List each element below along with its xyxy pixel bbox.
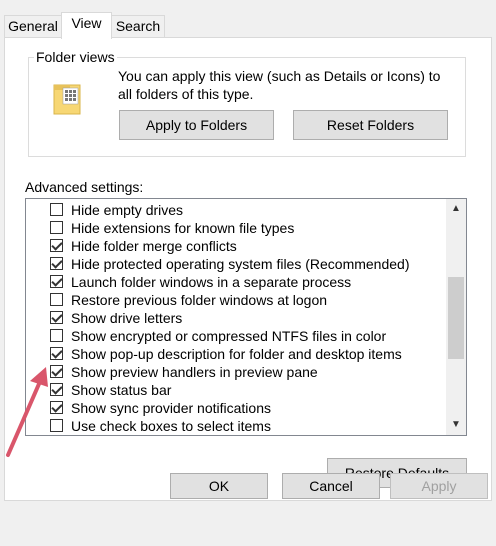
list-item[interactable]: Hide empty drives xyxy=(26,201,440,219)
list-item[interactable]: Show encrypted or compressed NTFS files … xyxy=(26,327,440,345)
checkbox-checked[interactable] xyxy=(50,257,63,270)
list-item-label: Launch folder windows in a separate proc… xyxy=(71,274,352,290)
checkbox-checked[interactable] xyxy=(50,311,63,324)
list-item[interactable]: Hide protected operating system files (R… xyxy=(26,255,440,273)
apply-to-folders-button[interactable]: Apply to Folders xyxy=(119,110,274,140)
scroll-down-icon[interactable]: ▼ xyxy=(446,416,466,434)
list-item-label: Hide folder merge conflicts xyxy=(71,238,237,254)
scroll-thumb[interactable] xyxy=(448,277,464,359)
list-item[interactable]: Show drive letters xyxy=(26,309,440,327)
checkbox-checked[interactable] xyxy=(50,239,63,252)
folder-views-group: Folder views You can apply this view (su… xyxy=(28,49,466,157)
list-item-label: Hide protected operating system files (R… xyxy=(71,256,410,272)
scroll-up-icon[interactable]: ▲ xyxy=(446,200,466,218)
list-item[interactable]: Hide extensions for known file types xyxy=(26,219,440,237)
list-item[interactable]: Show status bar xyxy=(26,381,440,399)
list-item[interactable]: Use check boxes to select items xyxy=(26,417,440,435)
checkbox-checked[interactable] xyxy=(50,275,63,288)
tab-search[interactable]: Search xyxy=(111,15,165,38)
list-item-label: Show drive letters xyxy=(71,310,183,326)
checkbox-checked[interactable] xyxy=(50,365,63,378)
list-item-label: Show status bar xyxy=(71,382,172,398)
checkbox-checked[interactable] xyxy=(50,383,63,396)
apply-button[interactable]: Apply xyxy=(390,473,488,499)
list-item[interactable]: Show preview handlers in preview pane xyxy=(26,363,440,381)
list-item-label: Show pop-up description for folder and d… xyxy=(71,346,402,362)
folder-view-icon xyxy=(53,84,81,115)
list-item-label: Show preview handlers in preview pane xyxy=(71,364,318,380)
list-item-label: Hide empty drives xyxy=(71,202,184,218)
folder-views-description: You can apply this view (such as Details… xyxy=(118,68,441,102)
list-item-label: Show encrypted or compressed NTFS files … xyxy=(71,328,387,344)
checkbox-checked[interactable] xyxy=(50,347,63,360)
checkbox-checked[interactable] xyxy=(50,401,63,414)
list-item-label: Show sync provider notifications xyxy=(71,400,271,416)
tab-general[interactable]: General xyxy=(4,15,62,38)
list-item-label: Restore previous folder windows at logon xyxy=(71,292,328,308)
list-item[interactable]: Launch folder windows in a separate proc… xyxy=(26,273,440,291)
folder-views-title: Folder views xyxy=(34,49,117,65)
list-item[interactable]: Show pop-up description for folder and d… xyxy=(26,345,440,363)
list-item[interactable]: Restore previous folder windows at logon xyxy=(26,291,440,309)
tab-view[interactable]: View xyxy=(61,12,112,39)
scrollbar[interactable]: ▲ ▼ xyxy=(446,199,466,435)
list-item-label: Hide extensions for known file types xyxy=(71,220,295,236)
ok-button[interactable]: OK xyxy=(170,473,268,499)
checkbox-unchecked[interactable] xyxy=(50,329,63,342)
view-tab-panel: Folder views You can apply this view (su… xyxy=(4,37,492,501)
checkbox-unchecked[interactable] xyxy=(50,203,63,216)
tab-bar: General View Search xyxy=(0,12,496,39)
checkbox-unchecked[interactable] xyxy=(50,419,63,432)
advanced-settings-list[interactable]: Hide empty drives Hide extensions for kno… xyxy=(25,198,467,436)
reset-folders-button[interactable]: Reset Folders xyxy=(293,110,448,140)
cancel-button[interactable]: Cancel xyxy=(282,473,380,499)
checkbox-unchecked[interactable] xyxy=(50,293,63,306)
list-item-label: Use check boxes to select items xyxy=(71,418,271,434)
checkbox-unchecked[interactable] xyxy=(50,221,63,234)
advanced-settings-items: Hide empty drives Hide extensions for kno… xyxy=(26,201,440,435)
advanced-settings-label: Advanced settings: xyxy=(25,179,144,195)
list-item[interactable]: Hide folder merge conflicts xyxy=(26,237,440,255)
list-item[interactable]: Show sync provider notifications xyxy=(26,399,440,417)
